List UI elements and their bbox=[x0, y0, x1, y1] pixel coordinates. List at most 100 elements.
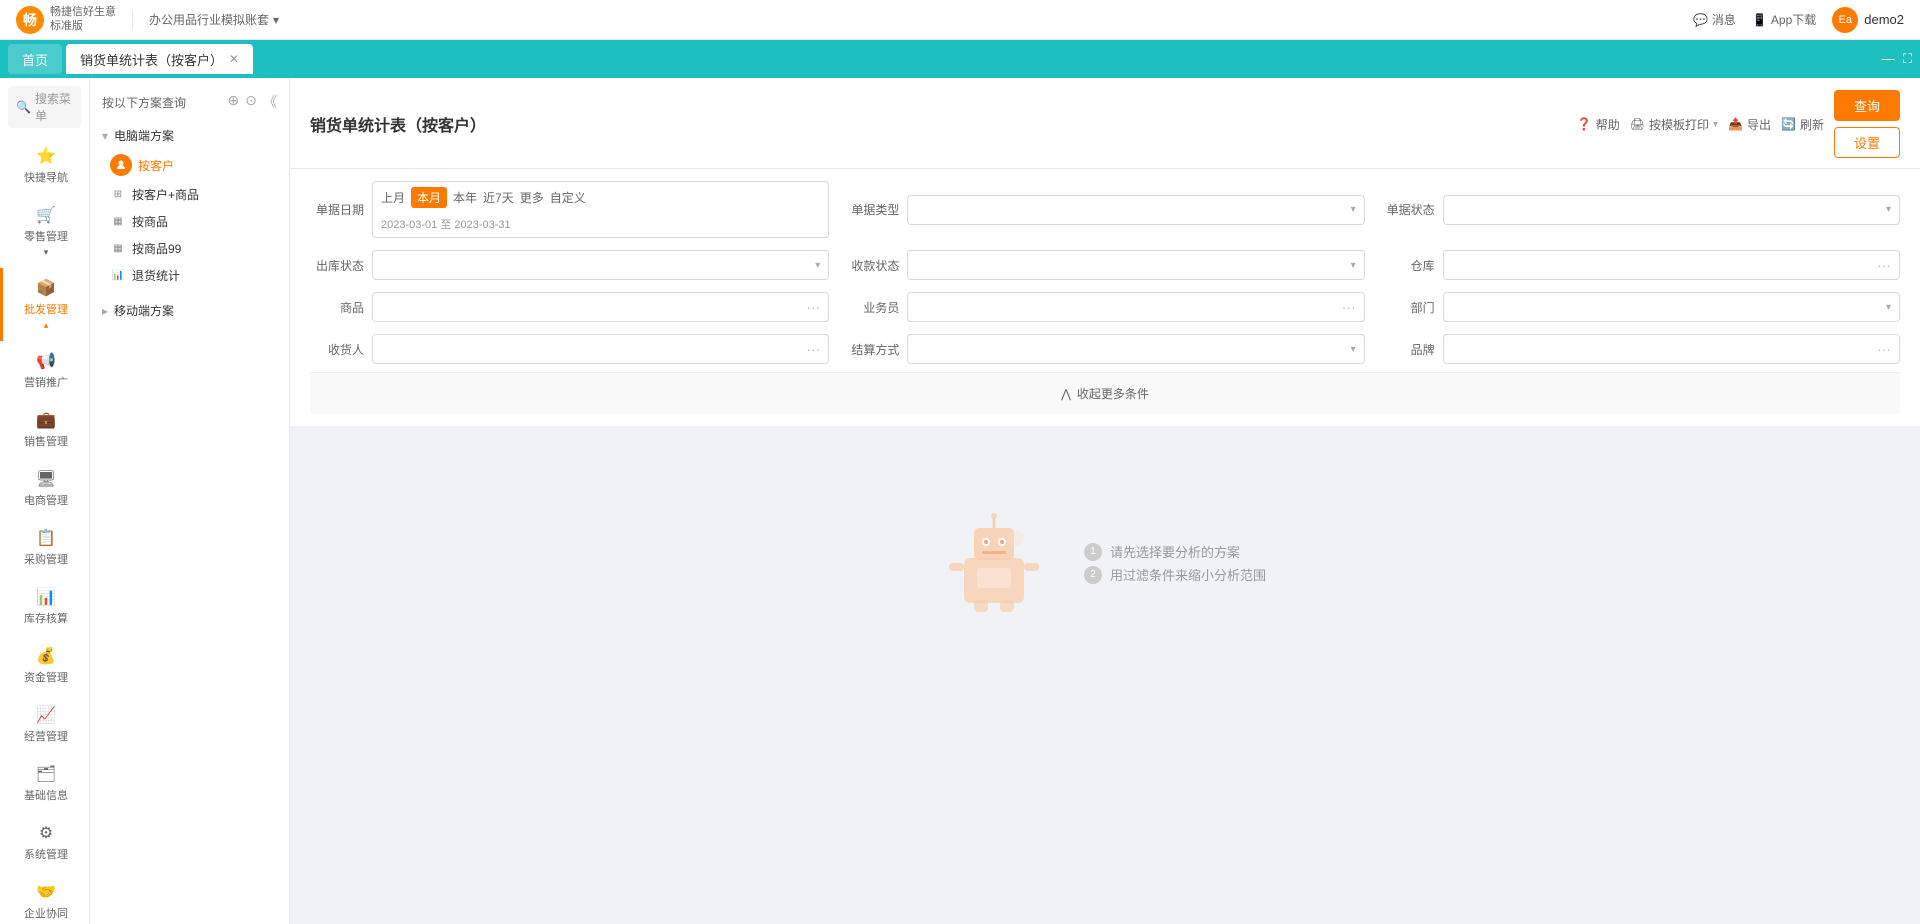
left-panel: 按以下方案查询 ⊕ ⊙ 《 ▾ 电脑端方案 按客户 bbox=[90, 78, 290, 924]
collapse-button[interactable]: ⋀ 收起更多条件 bbox=[1055, 379, 1155, 408]
print-button[interactable]: 🖨 按模板打印 ▾ bbox=[1630, 116, 1718, 133]
warehouse-dots-icon: ··· bbox=[1877, 257, 1891, 273]
scheme-by-customer[interactable]: 按客户 bbox=[90, 149, 289, 181]
date-prev-month[interactable]: 上月 bbox=[381, 189, 405, 206]
expand-icon: ▾ bbox=[44, 247, 49, 258]
expand-icon2: ▴ bbox=[44, 320, 49, 331]
doc-type-filter[interactable]: ▾ bbox=[907, 195, 1364, 225]
filter-payment-method-item: 结算方式 ▾ bbox=[845, 334, 1364, 364]
date-current-month[interactable]: 本月 bbox=[411, 187, 447, 208]
minimize-icon[interactable]: — bbox=[1882, 51, 1895, 67]
help-button[interactable]: ❓ 帮助 bbox=[1577, 116, 1620, 133]
warehouse-filter[interactable]: ··· bbox=[1443, 250, 1900, 280]
doc-type-arrow-icon: ▾ bbox=[1351, 204, 1356, 215]
tab-home[interactable]: 首页 bbox=[8, 44, 62, 74]
receiver-filter[interactable]: ··· bbox=[372, 334, 829, 364]
settings-scheme-icon[interactable]: ⊙ bbox=[245, 92, 257, 112]
scheme-return-stat[interactable]: 📊 退货统计 bbox=[90, 262, 289, 289]
collapse-left-icon[interactable]: 《 bbox=[263, 92, 277, 112]
box99-icon: ▦ bbox=[110, 241, 126, 257]
ecom-icon: 🖥 bbox=[36, 469, 56, 489]
wholesale-icon: 📦 bbox=[36, 278, 56, 298]
sidebar-item-operation[interactable]: 📈 经营管理 bbox=[0, 695, 89, 754]
tab-sales-stat-label: 销货单统计表（按客户） bbox=[80, 50, 223, 69]
chart-icon: 📊 bbox=[110, 268, 126, 284]
box-icon: ▦ bbox=[110, 214, 126, 230]
user-menu[interactable]: Ea demo2 bbox=[1832, 7, 1904, 33]
sidebar-item-inventory[interactable]: 📊 库存核算 bbox=[0, 577, 89, 636]
grid-icon: ⊞ bbox=[110, 187, 126, 203]
filter-area: 单据日期 上月 本月 本年 近7天 更多 自定义 2023-03-01 至 20… bbox=[290, 169, 1920, 426]
tab-close-icon[interactable]: ✕ bbox=[229, 52, 239, 66]
app-download-button[interactable]: 📱 App下载 bbox=[1752, 11, 1816, 28]
date-filter[interactable]: 上月 本月 本年 近7天 更多 自定义 2023-03-01 至 2023-03… bbox=[372, 181, 829, 238]
logo-area: 畅 畅捷信好生意 标准版 bbox=[16, 6, 116, 34]
export-button[interactable]: 📤 导出 bbox=[1728, 116, 1771, 133]
payment-method-filter[interactable]: ▾ bbox=[907, 334, 1364, 364]
department-filter[interactable]: ▾ bbox=[1443, 292, 1900, 322]
help-icon: ❓ bbox=[1577, 117, 1592, 131]
header-right: 💬 消息 📱 App下载 Ea demo2 bbox=[1693, 7, 1904, 33]
scheme-by-customer-goods[interactable]: ⊞ 按客户+商品 bbox=[90, 181, 289, 208]
filter-date-item: 单据日期 上月 本月 本年 近7天 更多 自定义 2023-03-01 至 20… bbox=[310, 181, 829, 238]
date-custom[interactable]: 自定义 bbox=[550, 189, 586, 206]
sidebar-item-retail[interactable]: 🛒 零售管理 ▾ bbox=[0, 195, 89, 268]
export-icon: 📤 bbox=[1728, 117, 1743, 131]
sales-icon: 💼 bbox=[36, 410, 56, 430]
sidebar-item-sales[interactable]: 💼 销售管理 bbox=[0, 400, 89, 459]
filter-payment-status-item: 收款状态 ▾ bbox=[845, 250, 1364, 280]
message-button[interactable]: 💬 消息 bbox=[1693, 11, 1736, 28]
hint-num-1: 1 bbox=[1084, 543, 1102, 561]
filter-ship-status-item: 出库状态 ▾ bbox=[310, 250, 829, 280]
sidebar-item-marketing[interactable]: 📢 营销推广 bbox=[0, 341, 89, 400]
tab-sales-stat[interactable]: 销货单统计表（按客户） ✕ bbox=[66, 44, 253, 74]
settings-button[interactable]: 设置 bbox=[1834, 127, 1900, 158]
header-query-actions: 查询 设置 bbox=[1834, 90, 1900, 158]
brand-dots-icon: ··· bbox=[1877, 341, 1891, 357]
scheme-by-goods99[interactable]: ▦ 按商品99 bbox=[90, 235, 289, 262]
active-dot bbox=[110, 154, 132, 176]
sidebar-item-finance[interactable]: 💰 资金管理 bbox=[0, 636, 89, 695]
platform-selector[interactable]: 办公用品行业模拟账套 ▾ bbox=[149, 11, 279, 28]
hint-num-2: 2 bbox=[1084, 566, 1102, 584]
goods-filter[interactable]: ··· bbox=[372, 292, 829, 322]
filter-goods-item: 商品 ··· bbox=[310, 292, 829, 322]
brand-filter[interactable]: ··· bbox=[1443, 334, 1900, 364]
filter-receiver-item: 收货人 ··· bbox=[310, 334, 829, 364]
inventory-icon: 📊 bbox=[36, 587, 56, 607]
filter-row-2: 出库状态 ▾ 收款状态 ▾ bbox=[310, 250, 1900, 280]
filter-row-1: 单据日期 上月 本月 本年 近7天 更多 自定义 2023-03-01 至 20… bbox=[310, 181, 1900, 238]
doc-status-filter[interactable]: ▾ bbox=[1443, 195, 1900, 225]
date-more[interactable]: 更多 bbox=[520, 189, 544, 206]
empty-state-content: 1 请先选择要分析的方案 2 用过滤条件来缩小分析范围 bbox=[944, 508, 1266, 618]
payment-status-arrow-icon: ▾ bbox=[1351, 260, 1356, 271]
empty-state: 1 请先选择要分析的方案 2 用过滤条件来缩小分析范围 bbox=[290, 428, 1920, 698]
query-button[interactable]: 查询 bbox=[1834, 90, 1900, 121]
payment-method-arrow-icon: ▾ bbox=[1351, 344, 1356, 355]
scheme-by-goods[interactable]: ▦ 按商品 bbox=[90, 208, 289, 235]
sidebar-item-system[interactable]: ⚙ 系统管理 bbox=[0, 813, 89, 872]
purchase-icon: 📋 bbox=[36, 528, 56, 548]
marketing-icon: 📢 bbox=[36, 351, 56, 371]
empty-text-group: 1 请先选择要分析的方案 2 用过滤条件来缩小分析范围 bbox=[1084, 538, 1266, 588]
maximize-icon[interactable]: ⛶ bbox=[1903, 51, 1912, 67]
date-last-7-days[interactable]: 近7天 bbox=[483, 189, 514, 206]
payment-status-filter[interactable]: ▾ bbox=[907, 250, 1364, 280]
sidebar-item-corp[interactable]: 🤝 企业协同 bbox=[0, 872, 89, 924]
collapse-row: ⋀ 收起更多条件 bbox=[310, 372, 1900, 414]
date-current-year[interactable]: 本年 bbox=[453, 189, 477, 206]
chevron-right-tree-icon: ▸ bbox=[102, 304, 108, 318]
salesperson-filter[interactable]: ··· bbox=[907, 292, 1364, 322]
search-menu-button[interactable]: 🔍 搜索菜单 bbox=[8, 86, 81, 128]
refresh-button[interactable]: 🔄 刷新 bbox=[1781, 116, 1824, 133]
sidebar-item-quick-nav[interactable]: ⭐ 快捷导航 bbox=[0, 136, 89, 195]
sidebar-item-wholesale[interactable]: 📦 批发管理 ▴ bbox=[0, 268, 89, 341]
filter-warehouse-item: 仓库 ··· bbox=[1381, 250, 1900, 280]
sidebar-item-purchase[interactable]: 📋 采购管理 bbox=[0, 518, 89, 577]
sidebar-item-ecom[interactable]: 🖥 电商管理 bbox=[0, 459, 89, 518]
tree-mobile-section: ▸ 移动端方案 bbox=[90, 297, 289, 324]
add-scheme-icon[interactable]: ⊕ bbox=[228, 92, 240, 112]
sidebar-item-basic[interactable]: 🗂 基础信息 bbox=[0, 754, 89, 813]
avatar: Ea bbox=[1832, 7, 1858, 33]
ship-status-filter[interactable]: ▾ bbox=[372, 250, 829, 280]
